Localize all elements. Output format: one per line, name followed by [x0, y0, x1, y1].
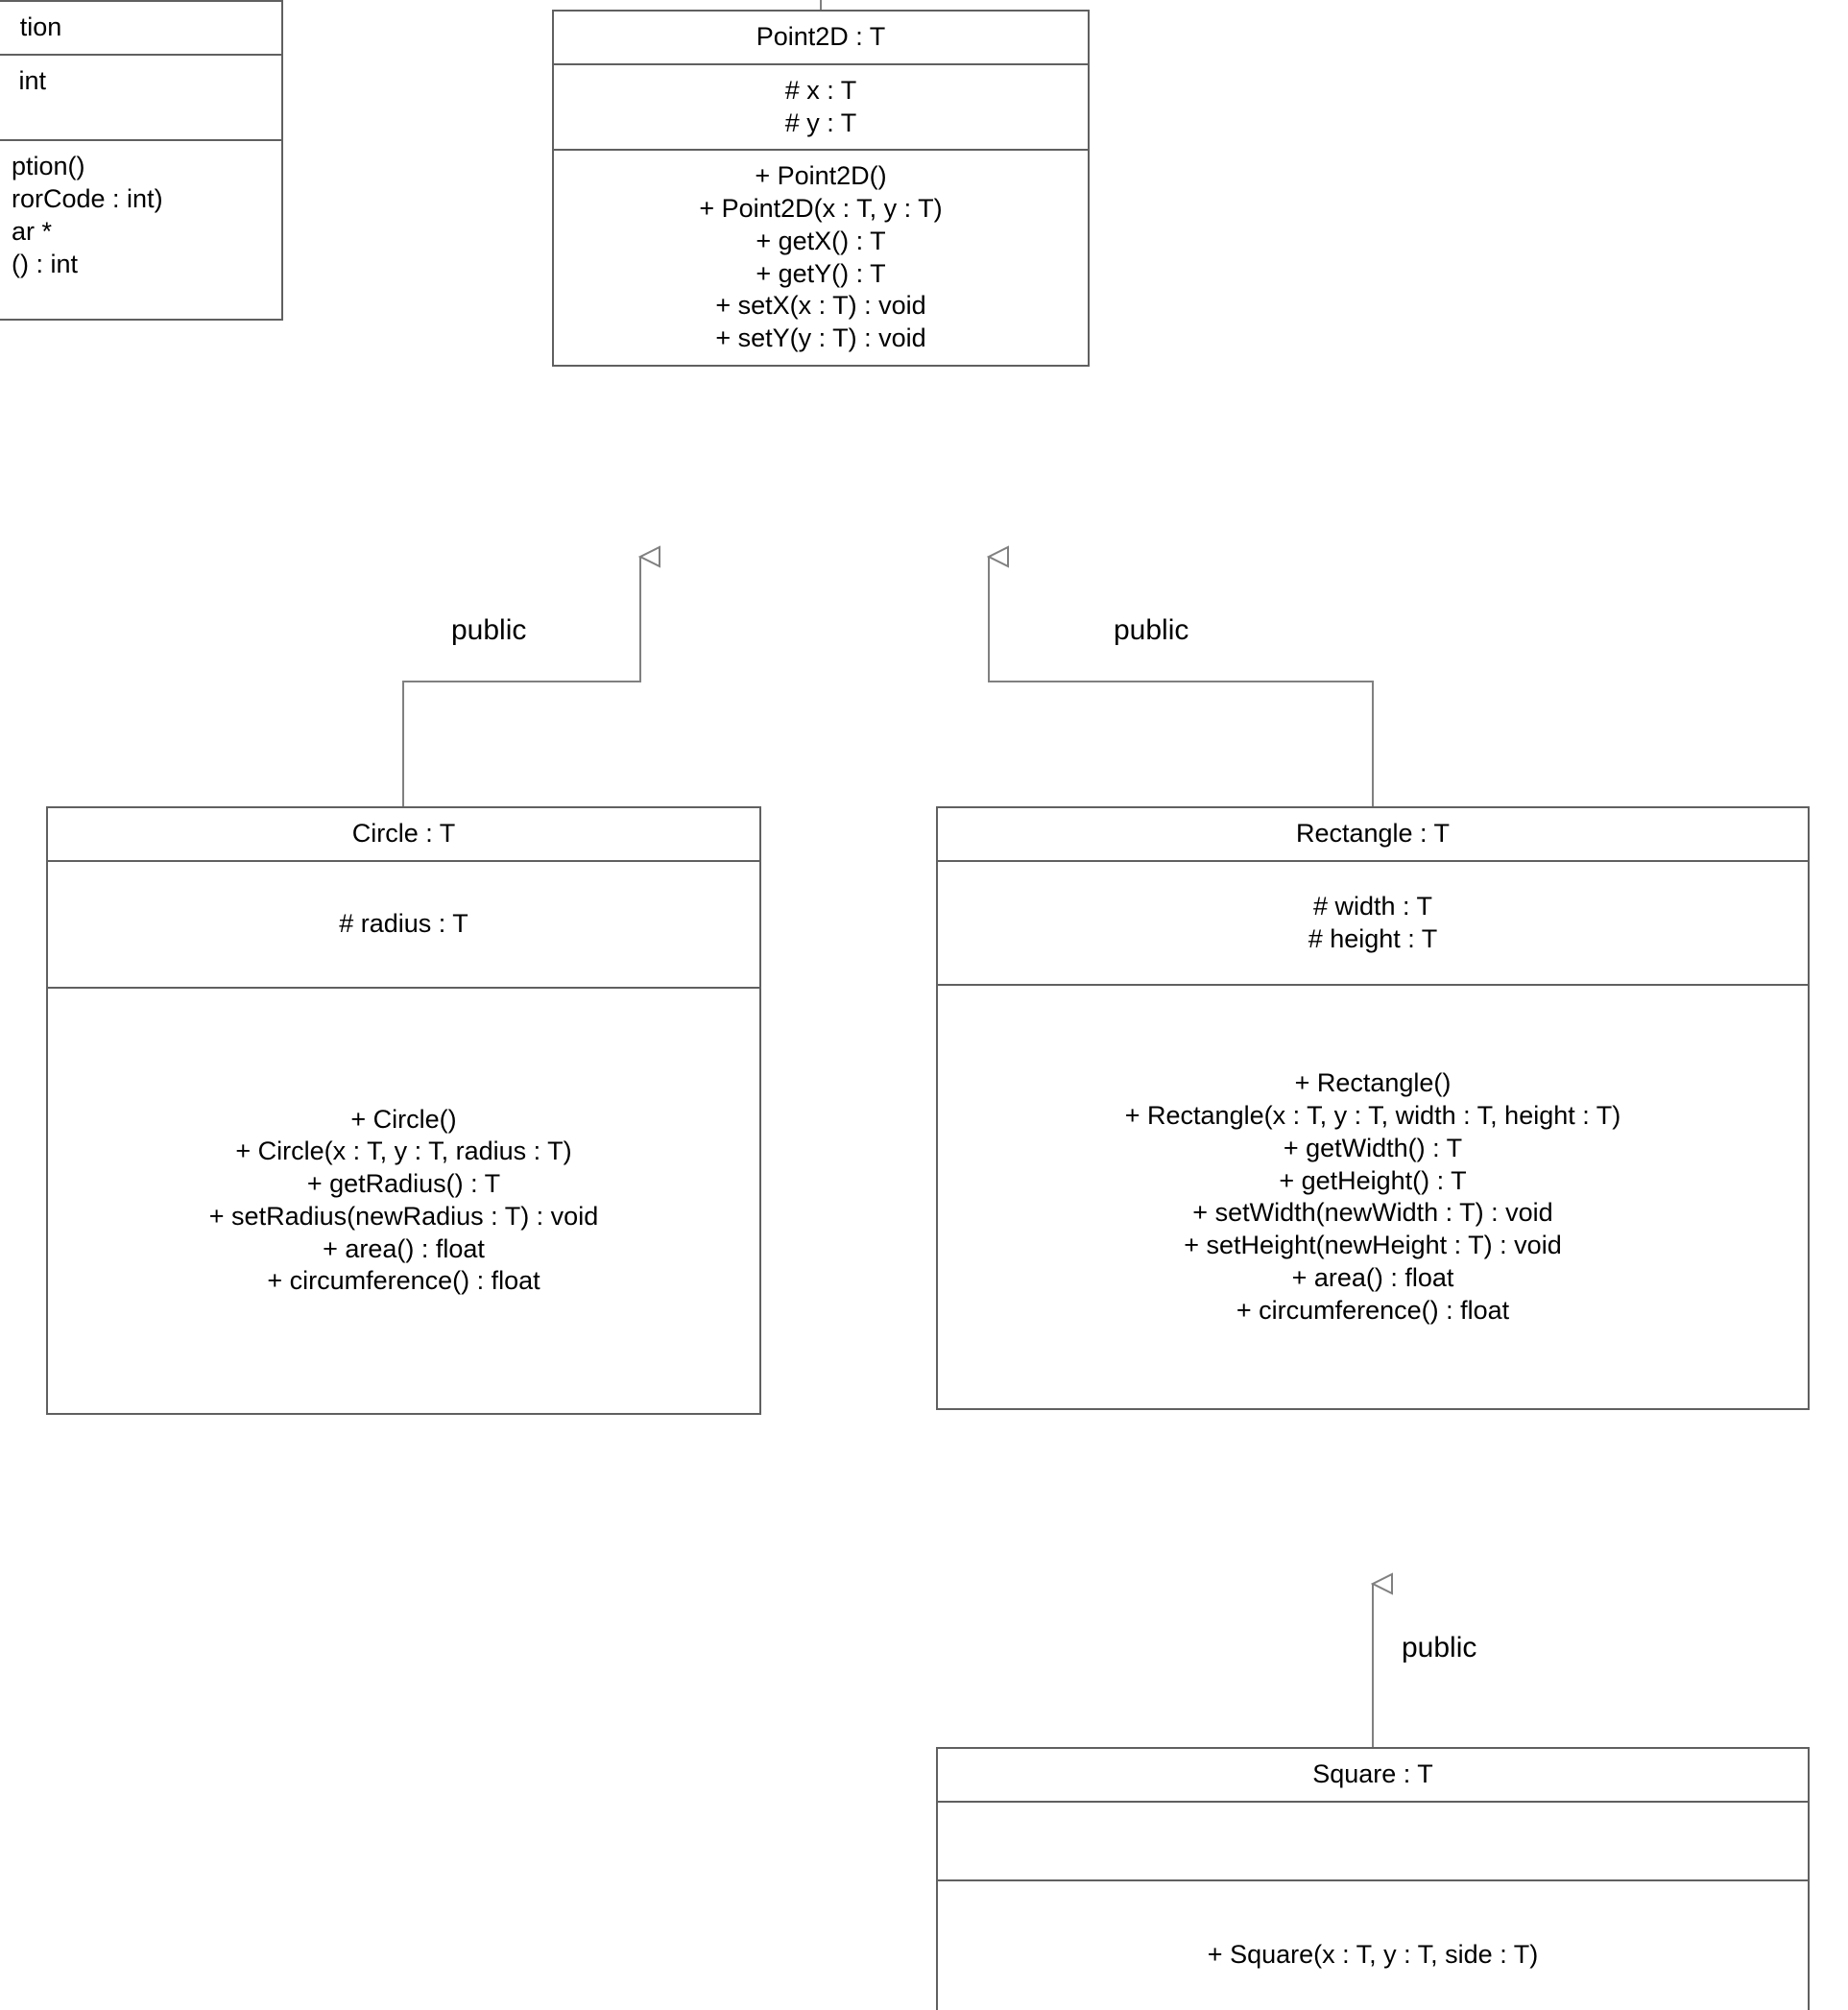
class-square: Square : T + Square(x : T, y : T, side :… — [936, 1747, 1810, 2010]
class-point2d-title: Point2D : T — [554, 12, 1088, 65]
class-point2d: Point2D : T # x : T # y : T + Point2D() … — [552, 10, 1090, 367]
class-exception-title: tion — [0, 2, 281, 56]
class-exception: tion int ption() rorCode : int) ar * () … — [0, 0, 283, 321]
class-point2d-attrs: # x : T # y : T — [554, 65, 1088, 152]
class-rectangle: Rectangle : T # width : T # height : T +… — [936, 806, 1810, 1410]
class-square-methods: + Square(x : T, y : T, side : T) — [938, 1881, 1808, 2010]
class-square-title: Square : T — [938, 1749, 1808, 1803]
class-circle-title: Circle : T — [48, 808, 759, 862]
inheritance-label-square: public — [1402, 1632, 1476, 1664]
class-square-attrs — [938, 1803, 1808, 1881]
class-circle-attrs: # radius : T — [48, 862, 759, 989]
inheritance-label-circle: public — [451, 614, 526, 647]
inheritance-label-rectangle: public — [1114, 614, 1188, 647]
uml-canvas: tion int ption() rorCode : int) ar * () … — [0, 0, 1848, 1964]
class-exception-methods: ption() rorCode : int) ar * () : int — [0, 141, 281, 319]
class-rectangle-attrs: # width : T # height : T — [938, 862, 1808, 987]
class-circle-methods: + Circle() + Circle(x : T, y : T, radius… — [48, 989, 759, 1414]
class-exception-attrs: int — [0, 56, 281, 142]
class-point2d-methods: + Point2D() + Point2D(x : T, y : T) + ge… — [554, 151, 1088, 365]
class-rectangle-methods: + Rectangle() + Rectangle(x : T, y : T, … — [938, 986, 1808, 1408]
class-rectangle-title: Rectangle : T — [938, 808, 1808, 862]
class-circle: Circle : T # radius : T + Circle() + Cir… — [46, 806, 761, 1415]
